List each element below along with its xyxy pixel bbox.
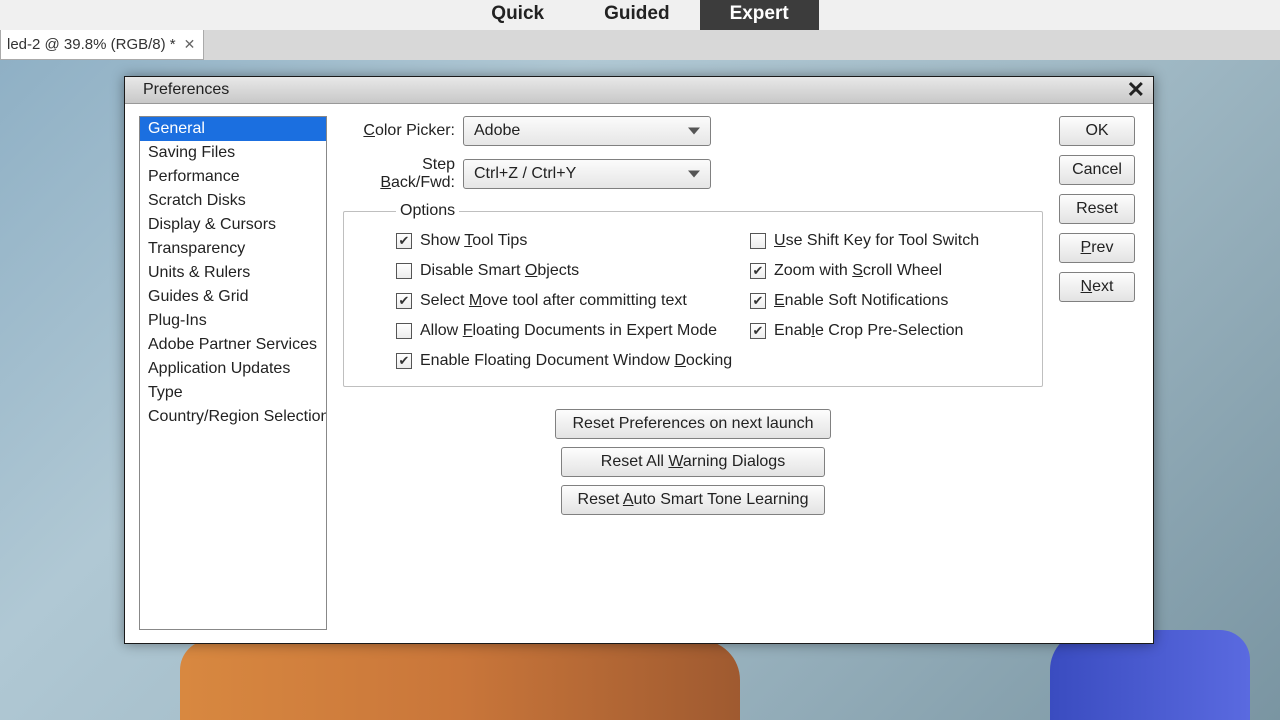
dialog-titlebar: Preferences ✕ [125,77,1153,104]
category-item-type[interactable]: Type [140,381,326,405]
preferences-dialog: Preferences ✕ General Saving Files Perfo… [124,76,1154,644]
opt-show-tool-tips[interactable]: Show Tool Tips [396,232,740,250]
color-picker-select[interactable]: Adobe [463,116,711,146]
opt-zoom-scroll[interactable]: Zoom with Scroll Wheel [750,262,979,280]
document-tab[interactable]: led-2 @ 39.8% (RGB/8) * ✕ [0,30,204,60]
opt-soft-notifications[interactable]: Enable Soft Notifications [750,292,979,310]
category-item-transparency[interactable]: Transparency [140,237,326,261]
mode-guided[interactable]: Guided [574,0,699,30]
options-group: Options Show Tool Tips Disable Smart Obj… [343,202,1043,387]
chevron-down-icon [688,171,700,178]
opt-enable-floating-docking[interactable]: Enable Floating Document Window Docking [396,352,740,370]
options-legend: Options [396,202,459,220]
category-item-adobe-partner[interactable]: Adobe Partner Services [140,333,326,357]
document-tab-label: led-2 @ 39.8% (RGB/8) * [7,36,176,53]
opt-use-shift-key[interactable]: Use Shift Key for Tool Switch [750,232,979,250]
close-icon[interactable]: ✕ [184,36,196,53]
step-back-fwd-select[interactable]: Ctrl+Z / Ctrl+Y [463,159,711,189]
close-icon[interactable]: ✕ [1123,77,1149,103]
color-picker-value: Adobe [474,122,520,140]
reset-prefs-button[interactable]: Reset Preferences on next launch [555,409,830,439]
opt-allow-floating-docs[interactable]: Allow Floating Documents in Expert Mode [396,322,740,340]
category-item-app-updates[interactable]: Application Updates [140,357,326,381]
category-item-guides-grid[interactable]: Guides & Grid [140,285,326,309]
category-item-display-cursors[interactable]: Display & Cursors [140,213,326,237]
reset-button[interactable]: Reset [1059,194,1135,224]
mode-expert[interactable]: Expert [700,0,819,30]
mode-switcher: Quick Guided Expert [0,0,1280,30]
step-back-fwd-value: Ctrl+Z / Ctrl+Y [474,165,576,183]
category-item-units-rulers[interactable]: Units & Rulers [140,261,326,285]
opt-crop-preselection[interactable]: Enable Crop Pre-Selection [750,322,979,340]
category-item-plugins[interactable]: Plug-Ins [140,309,326,333]
dialog-title: Preferences [143,81,229,99]
cancel-button[interactable]: Cancel [1059,155,1135,185]
chevron-down-icon [688,128,700,135]
category-item-scratch-disks[interactable]: Scratch Disks [140,189,326,213]
opt-disable-smart-objects[interactable]: Disable Smart Objects [396,262,740,280]
category-item-performance[interactable]: Performance [140,165,326,189]
category-list[interactable]: General Saving Files Performance Scratch… [139,116,327,630]
next-button[interactable]: Next [1059,272,1135,302]
reset-smart-tone-button[interactable]: Reset Auto Smart Tone Learning [561,485,826,515]
ok-button[interactable]: OK [1059,116,1135,146]
category-item-general[interactable]: General [140,117,326,141]
mode-quick[interactable]: Quick [461,0,574,30]
step-back-fwd-label: Step Back/Fwd: [343,156,463,192]
opt-select-move-tool[interactable]: Select Move tool after committing text [396,292,740,310]
category-item-saving-files[interactable]: Saving Files [140,141,326,165]
color-picker-label: Color Picker: [343,122,463,140]
reset-warnings-button[interactable]: Reset All Warning Dialogs [561,447,825,477]
category-item-country-region[interactable]: Country/Region Selection [140,405,326,429]
prev-button[interactable]: Prev [1059,233,1135,263]
